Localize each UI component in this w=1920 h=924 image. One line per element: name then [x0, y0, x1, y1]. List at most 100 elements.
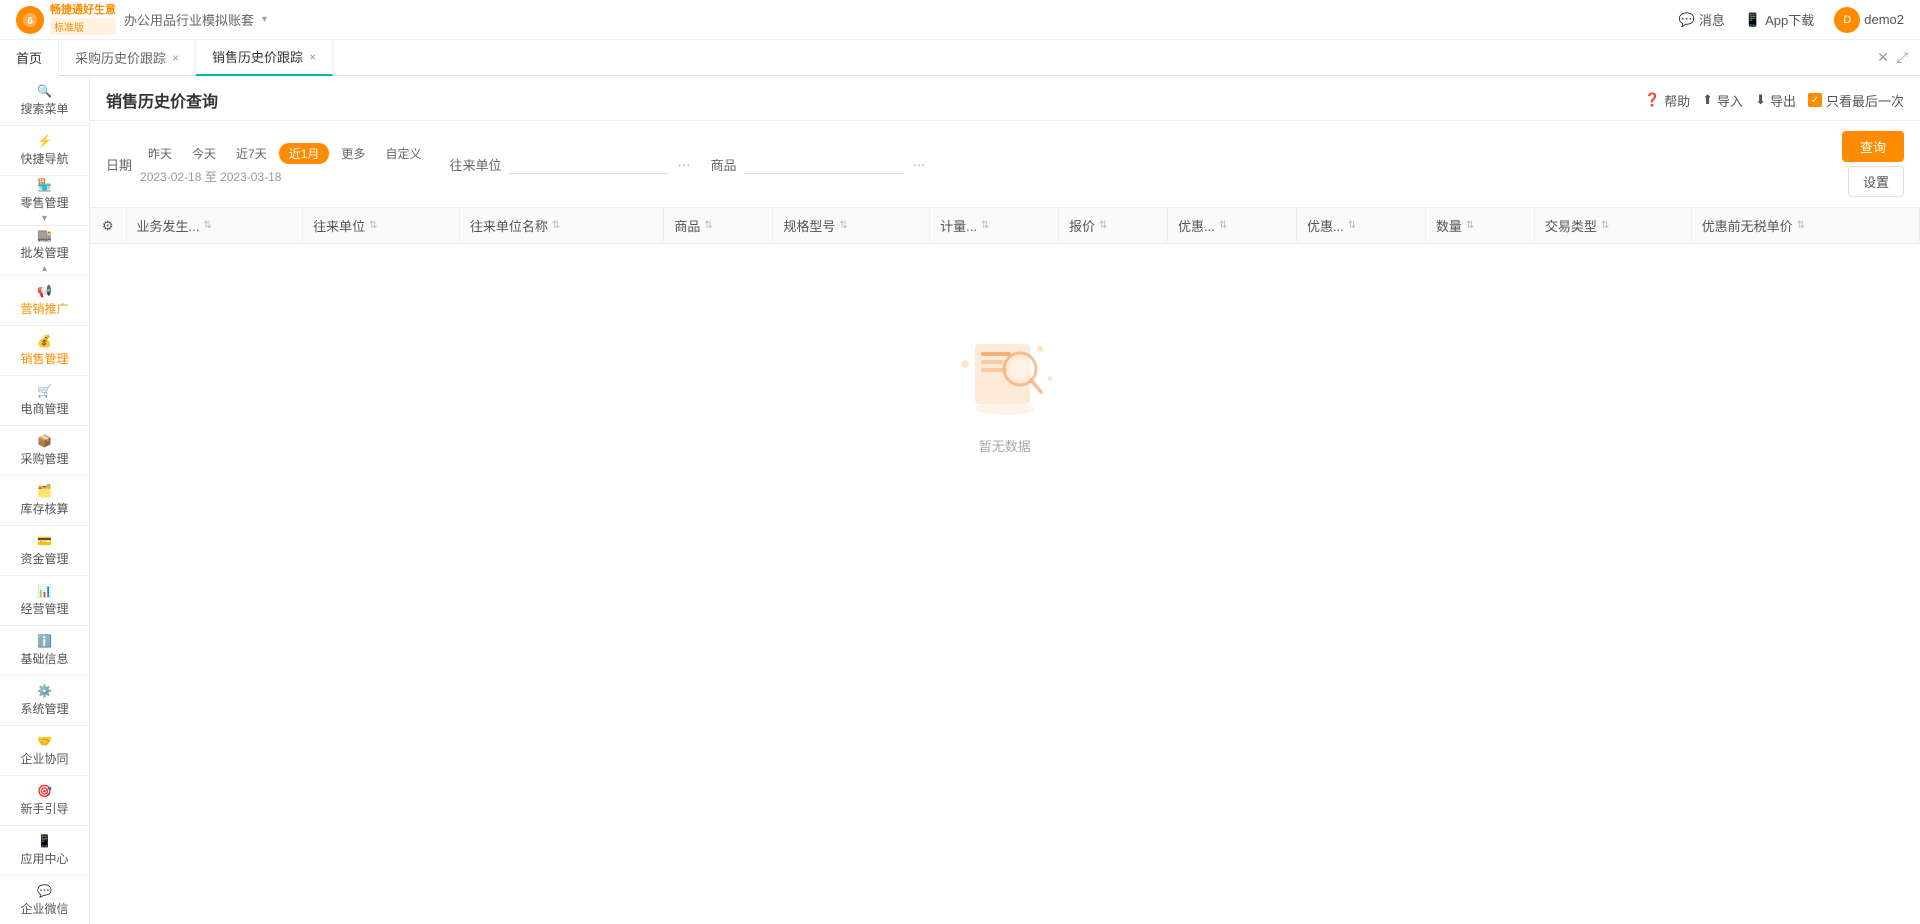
date-filter-group: 日期 昨天 今天 近7天 近1月 更多 自定义 2023-02-18 至 202…: [106, 143, 429, 185]
sidebar-label-system-mgmt: 系统管理: [20, 700, 68, 717]
th-biz-date[interactable]: 业务发生... ⇅: [126, 208, 303, 244]
tab-sales-history-close[interactable]: ×: [309, 50, 316, 64]
sidebar-label-basic-info: 基础信息: [20, 650, 68, 667]
app-dropdown-arrow[interactable]: ▾: [262, 14, 267, 25]
th-counterparty[interactable]: 往来单位 ⇅: [303, 208, 460, 244]
page-title: 销售历史价查询: [106, 88, 218, 112]
import-icon: ⬆: [1702, 92, 1713, 108]
query-button[interactable]: 查询: [1842, 131, 1904, 162]
sort-icon-unit: ⇅: [981, 220, 989, 231]
goods-dots[interactable]: ···: [912, 157, 925, 172]
message-btn[interactable]: 💬 消息: [1679, 10, 1725, 29]
sidebar-label-purchase-mgmt: 采购管理: [20, 450, 68, 467]
date-label: 日期: [106, 155, 132, 174]
user-profile-btn[interactable]: D demo2: [1834, 7, 1904, 33]
only-last-checkbox[interactable]: ✓ 只看最后一次: [1808, 91, 1904, 110]
sidebar-item-purchase-mgmt[interactable]: 📦 采购管理: [0, 426, 89, 476]
date-btn-more[interactable]: 更多: [333, 143, 373, 164]
goods-filter-group: 商品 ···: [710, 154, 925, 174]
tab-home-label: 首页: [16, 48, 42, 67]
sidebar-item-inventory-check[interactable]: 🗂️ 库存核算: [0, 476, 89, 526]
date-btn-1month[interactable]: 近1月: [279, 143, 330, 164]
sidebar-label-beginner-guide: 新手引导: [20, 800, 68, 817]
th-quote[interactable]: 报价 ⇅: [1059, 208, 1168, 244]
export-btn[interactable]: ⬇ 导出: [1755, 91, 1796, 110]
search-menu-icon: 🔍: [37, 84, 52, 98]
sidebar-item-marketing-promo[interactable]: 📢 营销推广: [0, 276, 89, 326]
only-last-label: 只看最后一次: [1826, 91, 1904, 110]
tab-controls: ✕ ⤢: [1877, 49, 1920, 66]
sidebar-label-finance-mgmt: 资金管理: [20, 550, 68, 567]
sidebar-item-retail-mgmt[interactable]: 🏪 零售管理 ▾: [0, 176, 89, 226]
sidebar-item-beginner-guide[interactable]: 🎯 新手引导: [0, 776, 89, 826]
th-counterparty-name[interactable]: 往来单位名称 ⇅: [459, 208, 663, 244]
sidebar-item-wholesale-mgmt[interactable]: 🏬 批发管理 ▴: [0, 226, 89, 276]
sort-icon-counterparty: ⇅: [369, 220, 377, 231]
empty-row: 暂无数据: [90, 244, 1920, 536]
sidebar-item-search-menu[interactable]: 🔍 搜索菜单: [0, 76, 89, 126]
sidebar-item-quick-nav[interactable]: ⚡ 快捷导航: [0, 126, 89, 176]
app-download-label: App下载: [1765, 10, 1814, 29]
th-goods[interactable]: 商品 ⇅: [664, 208, 773, 244]
retail-mgmt-icon: 🏪: [37, 178, 52, 192]
message-label: 消息: [1699, 10, 1725, 29]
sidebar-item-sales-mgmt[interactable]: 💰 销售管理: [0, 326, 89, 376]
sort-icon-discount1: ⇅: [1219, 220, 1227, 231]
enterprise-wechat-icon: 💬: [37, 884, 52, 898]
sidebar-label-retail-mgmt: 零售管理: [20, 194, 68, 211]
empty-illustration: [945, 324, 1065, 424]
tab-sales-history[interactable]: 销售历史价跟踪 ×: [196, 40, 333, 76]
help-label: 帮助: [1664, 91, 1690, 110]
sidebar-item-enterprise-wechat[interactable]: 💬 企业微信: [0, 876, 89, 924]
export-icon: ⬇: [1755, 92, 1766, 108]
th-unit[interactable]: 计量... ⇅: [930, 208, 1059, 244]
top-bar-right: 💬 消息 📱 App下载 D demo2: [1679, 7, 1904, 33]
sidebar-item-basic-info[interactable]: ℹ️ 基础信息: [0, 626, 89, 676]
counterparty-filter-group: 往来单位 ···: [449, 154, 690, 174]
sidebar-item-app-center[interactable]: 📱 应用中心: [0, 826, 89, 876]
tab-purchase-history-close[interactable]: ×: [172, 51, 179, 65]
tab-home[interactable]: 首页: [0, 40, 59, 76]
ecommerce-mgmt-icon: 🛒: [37, 384, 52, 398]
retail-mgmt-arrow: ▾: [42, 213, 47, 224]
sidebar-label-sales-mgmt: 销售管理: [20, 350, 68, 367]
import-btn[interactable]: ⬆ 导入: [1702, 91, 1743, 110]
th-qty[interactable]: 数量 ⇅: [1425, 208, 1534, 244]
th-discount1[interactable]: 优惠... ⇅: [1168, 208, 1297, 244]
counterparty-dots[interactable]: ···: [677, 157, 690, 172]
app-download-btn[interactable]: 📱 App下载: [1745, 10, 1814, 29]
date-btn-7days[interactable]: 近7天: [228, 143, 275, 164]
th-spec[interactable]: 规格型号 ⇅: [773, 208, 930, 244]
tab-expand-btn[interactable]: ⤢: [1897, 49, 1908, 66]
tab-purchase-history[interactable]: 采购历史价跟踪 ×: [59, 40, 196, 76]
app-center-icon: 📱: [37, 834, 52, 848]
th-settings[interactable]: ⚙: [90, 208, 126, 244]
header-actions: ❓ 帮助 ⬆ 导入 ⬇ 导出 ✓ 只看最后一次: [1644, 91, 1904, 110]
date-btn-today[interactable]: 今天: [184, 143, 224, 164]
column-settings-icon[interactable]: ⚙: [102, 218, 114, 233]
help-btn[interactable]: ❓ 帮助: [1644, 91, 1690, 110]
beginner-guide-icon: 🎯: [37, 784, 52, 798]
sort-icon-qty: ⇅: [1466, 220, 1474, 231]
sidebar-item-biz-mgmt[interactable]: 📊 经营管理: [0, 576, 89, 626]
sidebar-item-enterprise-coop[interactable]: 🤝 企业协同: [0, 726, 89, 776]
th-trade-type[interactable]: 交易类型 ⇅: [1534, 208, 1691, 244]
counterparty-label: 往来单位: [449, 155, 501, 174]
help-icon: ❓: [1644, 92, 1660, 108]
th-pretax-price[interactable]: 优惠前无税单价 ⇅: [1691, 208, 1919, 244]
th-discount2[interactable]: 优惠... ⇅: [1296, 208, 1425, 244]
sort-icon-spec: ⇅: [839, 220, 847, 231]
empty-text: 暂无数据: [979, 436, 1031, 455]
sidebar-item-system-mgmt[interactable]: ⚙️ 系统管理: [0, 676, 89, 726]
sidebar-item-finance-mgmt[interactable]: 💳 资金管理: [0, 526, 89, 576]
sidebar-item-ecommerce-mgmt[interactable]: 🛒 电商管理: [0, 376, 89, 426]
goods-label: 商品: [710, 155, 736, 174]
goods-input[interactable]: [744, 154, 904, 174]
counterparty-input[interactable]: [509, 154, 669, 174]
finance-mgmt-icon: 💳: [37, 534, 52, 548]
settings-button[interactable]: 设置: [1848, 166, 1904, 197]
tab-close-all-btn[interactable]: ✕: [1877, 49, 1889, 66]
date-btn-custom[interactable]: 自定义: [377, 143, 429, 164]
page-title-row: 销售历史价查询 ❓ 帮助 ⬆ 导入 ⬇ 导出 ✓: [106, 88, 1904, 112]
date-btn-yesterday[interactable]: 昨天: [140, 143, 180, 164]
